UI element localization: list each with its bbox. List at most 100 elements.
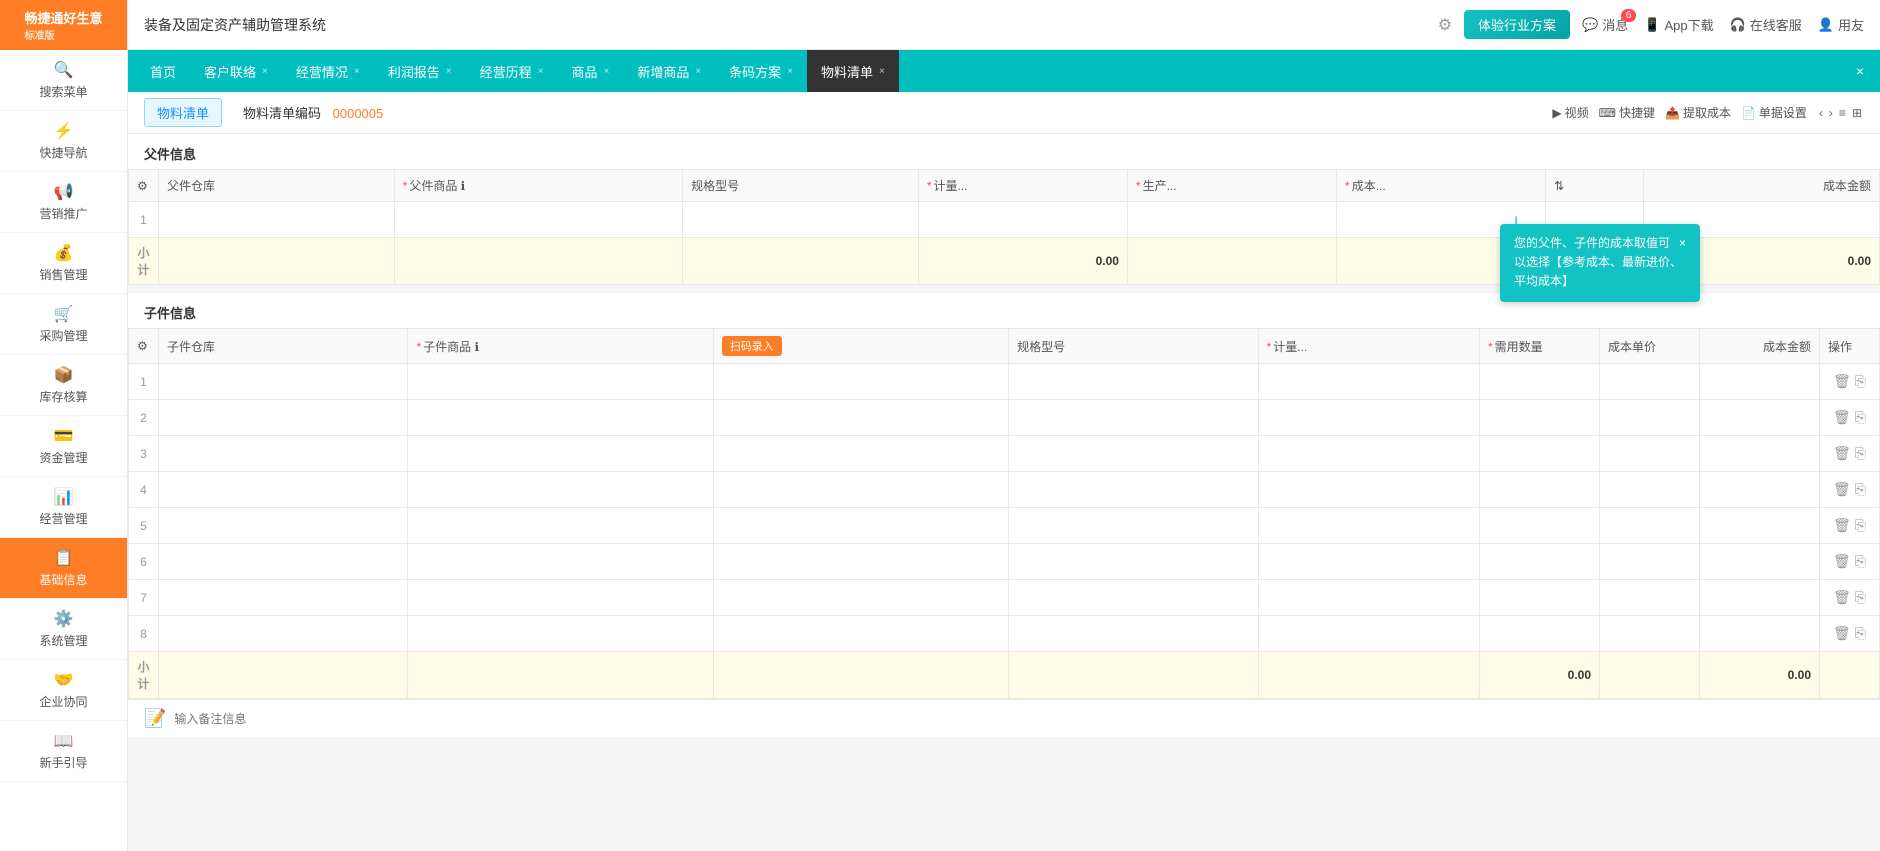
close-all-tabs-icon[interactable]: ×	[1848, 63, 1872, 79]
sidebar-item-basic-info[interactable]: 📋 基础信息	[0, 538, 127, 599]
child-row-3-goods[interactable]	[408, 436, 713, 472]
delete-icon-8[interactable]: 🗑	[1833, 625, 1851, 642]
child-row-5-unit-cost[interactable]	[1600, 508, 1700, 544]
shortcut-action[interactable]: ⌨ 快捷键	[1599, 104, 1655, 121]
sidebar-item-enterprise[interactable]: 🤝 企业协同	[0, 660, 127, 721]
child-row-4-warehouse[interactable]	[159, 472, 408, 508]
sidebar-item-quick-nav[interactable]: ⚡ 快捷导航	[0, 111, 127, 172]
copy-icon-1[interactable]: ⎘	[1855, 373, 1866, 390]
tab-goods[interactable]: 商品×	[557, 50, 623, 92]
child-row-8-goods[interactable]	[408, 616, 713, 652]
child-row-2-amount[interactable]	[1700, 400, 1820, 436]
child-row-3-qty[interactable]	[1480, 436, 1600, 472]
menu-icon[interactable]: ≡	[1837, 106, 1848, 120]
message-action[interactable]: 💬 消息 6	[1582, 15, 1628, 34]
sidebar-item-finance[interactable]: 💳 资金管理	[0, 416, 127, 477]
child-row-7-unit[interactable]	[1258, 580, 1479, 616]
child-row-2-qty[interactable]	[1480, 400, 1600, 436]
sidebar-item-inventory[interactable]: 📦 库存核算	[0, 355, 127, 416]
child-row-6-unit-cost[interactable]	[1600, 544, 1700, 580]
experience-btn[interactable]: 体验行业方案	[1464, 10, 1570, 39]
parent-col-settings[interactable]: ⚙	[129, 170, 159, 202]
sidebar-item-purchase[interactable]: 🛒 采购管理	[0, 294, 127, 355]
child-row-8-amount[interactable]	[1700, 616, 1820, 652]
child-row-5-spec[interactable]	[1009, 508, 1258, 544]
tab-profit[interactable]: 利润报告×	[374, 50, 466, 92]
delete-icon-7[interactable]: 🗑	[1833, 589, 1851, 606]
child-row-4-unit-cost[interactable]	[1600, 472, 1700, 508]
expand-icon[interactable]: ⊞	[1850, 106, 1864, 120]
subtab-bom-code[interactable]: 物料清单编码 0000005	[230, 98, 396, 127]
user-action[interactable]: 👤 用友	[1818, 15, 1864, 34]
parent-row-1-warehouse[interactable]	[159, 202, 395, 238]
tab-customer[interactable]: 客户联络×	[190, 50, 282, 92]
next-page-btn[interactable]: ›	[1827, 106, 1835, 120]
child-row-2-goods[interactable]	[408, 400, 713, 436]
child-row-2-unit-cost[interactable]	[1600, 400, 1700, 436]
delete-icon-2[interactable]: 🗑	[1833, 409, 1851, 426]
child-row-4-unit[interactable]	[1258, 472, 1479, 508]
child-row-7-qty[interactable]	[1480, 580, 1600, 616]
delete-icon-1[interactable]: 🗑	[1833, 373, 1851, 390]
sidebar-item-guide[interactable]: 📖 新手引导	[0, 721, 127, 782]
child-row-3-unit-cost[interactable]	[1600, 436, 1700, 472]
child-row-2-spec[interactable]	[1009, 400, 1258, 436]
tooltip-close-btn[interactable]: ×	[1679, 234, 1686, 253]
child-row-5-qty[interactable]	[1480, 508, 1600, 544]
child-row-1-warehouse[interactable]	[159, 364, 408, 400]
copy-icon-5[interactable]: ⎘	[1855, 517, 1866, 534]
child-row-4-goods[interactable]	[408, 472, 713, 508]
child-row-5-unit[interactable]	[1258, 508, 1479, 544]
child-row-1-unit[interactable]	[1258, 364, 1479, 400]
child-row-8-unit-cost[interactable]	[1600, 616, 1700, 652]
tab-barcode[interactable]: 条码方案×	[715, 50, 807, 92]
delete-icon-5[interactable]: 🗑	[1833, 517, 1851, 534]
child-row-6-qty[interactable]	[1480, 544, 1600, 580]
child-row-1-spec[interactable]	[1009, 364, 1258, 400]
child-row-1-amount[interactable]	[1700, 364, 1820, 400]
child-row-8-warehouse[interactable]	[159, 616, 408, 652]
gear-icon[interactable]: ⚙	[1438, 15, 1452, 35]
tab-home[interactable]: 首页	[136, 50, 190, 92]
child-col-settings[interactable]: ⚙	[129, 329, 159, 364]
child-row-4-qty[interactable]	[1480, 472, 1600, 508]
extract-cost-action[interactable]: 📤 提取成本	[1665, 104, 1731, 121]
parent-row-1-prod[interactable]	[1127, 202, 1336, 238]
sidebar-item-operation[interactable]: 📊 经营管理	[0, 477, 127, 538]
sidebar-item-marketing[interactable]: 📢 营销推广	[0, 172, 127, 233]
remark-input[interactable]	[174, 712, 1864, 726]
sidebar-item-sales[interactable]: 💰 销售管理	[0, 233, 127, 294]
child-row-8-unit[interactable]	[1258, 616, 1479, 652]
child-row-3-spec[interactable]	[1009, 436, 1258, 472]
child-row-7-goods[interactable]	[408, 580, 713, 616]
child-row-3-unit[interactable]	[1258, 436, 1479, 472]
delete-icon-6[interactable]: 🗑	[1833, 553, 1851, 570]
sidebar-item-system[interactable]: ⚙️ 系统管理	[0, 599, 127, 660]
child-row-8-spec[interactable]	[1009, 616, 1258, 652]
child-row-6-amount[interactable]	[1700, 544, 1820, 580]
copy-icon-8[interactable]: ⎘	[1855, 625, 1866, 642]
delete-icon-3[interactable]: 🗑	[1833, 445, 1851, 462]
child-row-7-warehouse[interactable]	[159, 580, 408, 616]
tab-business[interactable]: 经营情况×	[282, 50, 374, 92]
child-row-1-goods[interactable]	[408, 364, 713, 400]
copy-icon-3[interactable]: ⎘	[1855, 445, 1866, 462]
tab-add-goods[interactable]: 新增商品×	[623, 50, 715, 92]
child-row-7-amount[interactable]	[1700, 580, 1820, 616]
parent-row-1-spec[interactable]	[683, 202, 919, 238]
parent-row-1-goods[interactable]	[394, 202, 682, 238]
child-row-2-warehouse[interactable]	[159, 400, 408, 436]
tab-bom[interactable]: 物料清单×	[807, 50, 899, 92]
video-action[interactable]: ▶ 视频	[1552, 104, 1588, 121]
child-row-6-unit[interactable]	[1258, 544, 1479, 580]
child-row-7-unit-cost[interactable]	[1600, 580, 1700, 616]
child-row-4-spec[interactable]	[1009, 472, 1258, 508]
copy-icon-7[interactable]: ⎘	[1855, 589, 1866, 606]
child-row-6-goods[interactable]	[408, 544, 713, 580]
sidebar-item-search-menu[interactable]: 🔍 搜索菜单	[0, 50, 127, 111]
parent-row-1-unit[interactable]	[918, 202, 1127, 238]
copy-icon-6[interactable]: ⎘	[1855, 553, 1866, 570]
copy-icon-2[interactable]: ⎘	[1855, 409, 1866, 426]
prev-page-btn[interactable]: ‹	[1817, 106, 1825, 120]
child-row-7-spec[interactable]	[1009, 580, 1258, 616]
